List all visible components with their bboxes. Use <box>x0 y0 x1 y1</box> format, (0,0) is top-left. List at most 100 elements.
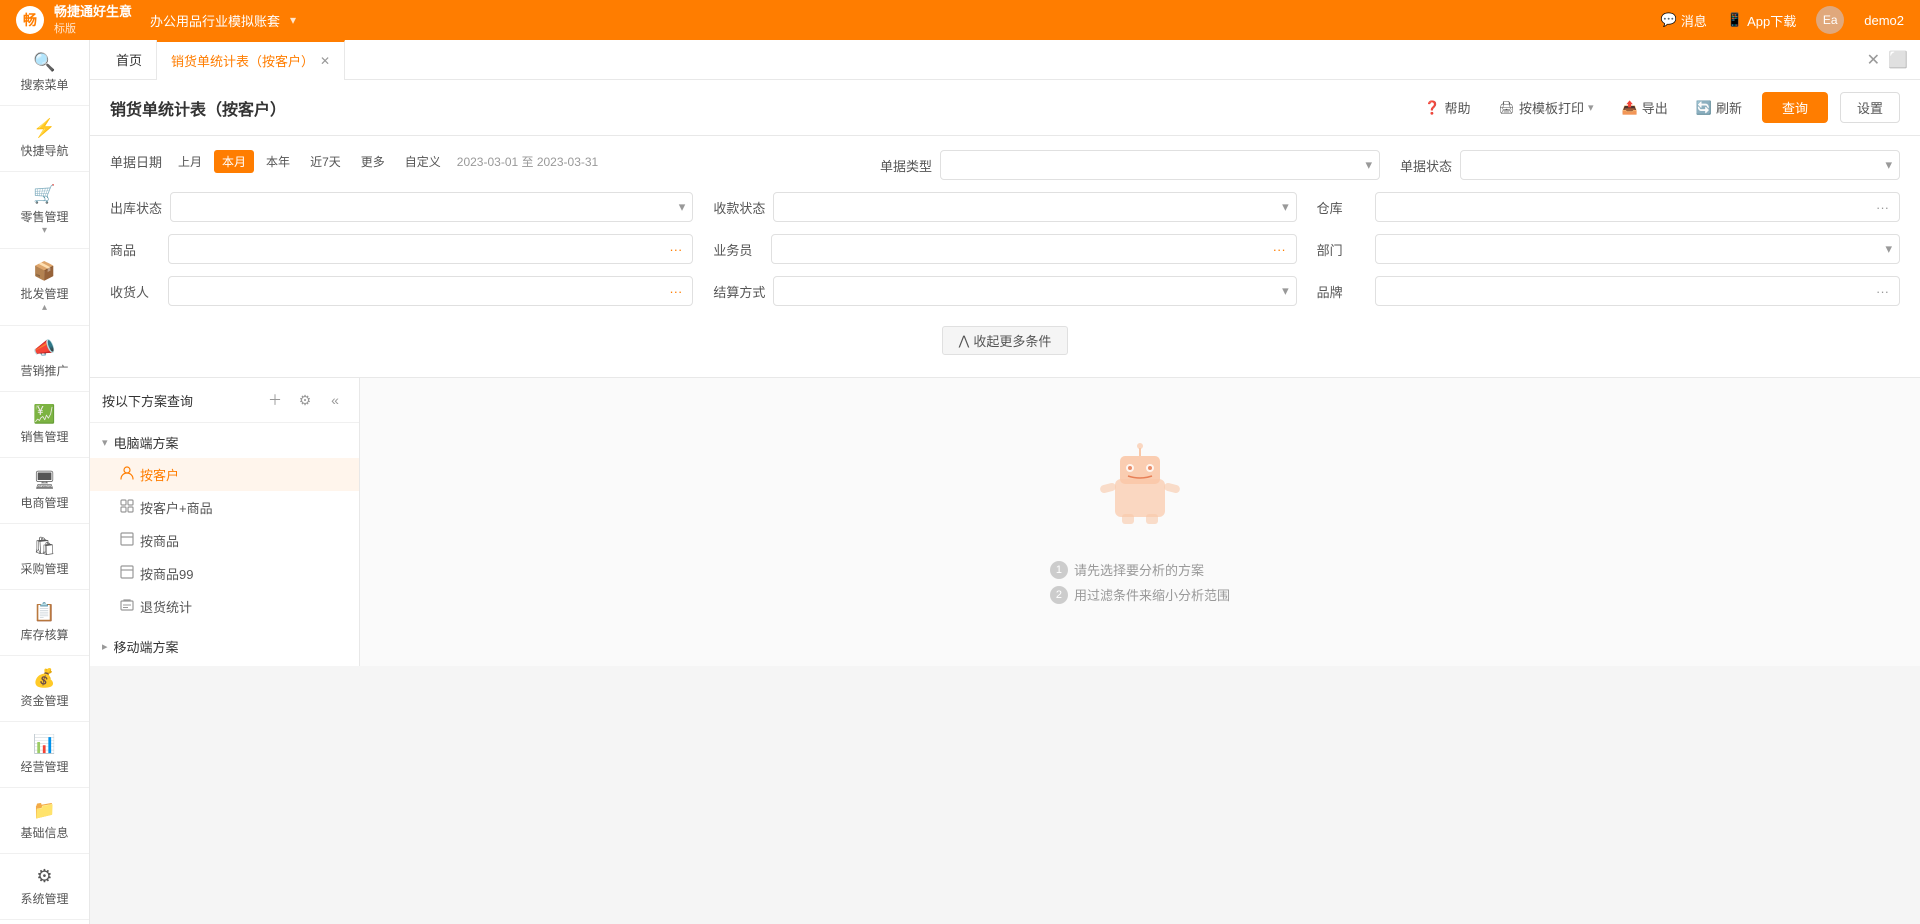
scheme-item-by-goods[interactable]: 按商品 <box>90 524 359 557</box>
date-tab-last-month[interactable]: 上月 <box>170 150 210 173</box>
warehouse-select[interactable]: ··· <box>1375 192 1900 222</box>
empty-icon <box>1090 434 1190 534</box>
sidebar-item-ecommerce[interactable]: 🖥 电商管理 <box>0 458 89 524</box>
scheme-item-by-customer[interactable]: 按客户 <box>90 458 359 491</box>
tab-sales-stat-label: 销货单统计表（按客户） <box>171 51 314 70</box>
product-dropdown-icon[interactable]: ▾ <box>290 13 296 27</box>
scheme-item-return-stat[interactable]: 退货统计 <box>90 590 359 623</box>
recv-status-select[interactable]: ▾ <box>773 192 1296 222</box>
receiver-dots: ··· <box>669 284 682 299</box>
finance-icon: 💰 <box>33 668 55 689</box>
product-selector[interactable]: 办公用品行业模拟账套 <box>150 11 280 30</box>
wholesale-arrow-icon: ▴ <box>42 302 47 313</box>
sidebar-item-corp[interactable]: 🤝 企业协同 <box>0 920 89 924</box>
receiver-select[interactable]: ··· <box>168 276 693 306</box>
tab-home[interactable]: 首页 <box>102 40 157 80</box>
out-status-select[interactable]: ▾ <box>170 192 693 222</box>
user-avatar[interactable]: Ea <box>1816 6 1844 34</box>
scheme-item-by-goods-99[interactable]: 按商品99 <box>90 557 359 590</box>
scheme-item-goods-99-icon <box>120 565 134 582</box>
salesperson-dots: ··· <box>1273 242 1286 257</box>
window-close-icon[interactable]: ✕ <box>1867 50 1880 70</box>
window-maximize-icon[interactable]: ⬜ <box>1888 50 1908 70</box>
help-btn[interactable]: ❓ 帮助 <box>1416 94 1478 121</box>
page-header: 销货单统计表（按客户） ❓ 帮助 🖨 按模板打印 ▾ 📤 <box>90 80 1920 136</box>
filter-item-warehouse: 仓库 ··· <box>1317 192 1900 222</box>
date-label: 单据日期 <box>110 152 162 171</box>
system-icon: ⚙ <box>36 866 52 887</box>
app-name: 畅捷通好生意 <box>54 4 132 20</box>
filter-row-4: 收货人 ··· 结算方式 ▾ <box>110 276 1900 306</box>
department-select[interactable]: ▾ <box>1375 234 1900 264</box>
bill-status-label: 单据状态 <box>1400 156 1452 175</box>
sidebar-item-wholesale[interactable]: 📦 批发管理 ▴ <box>0 249 89 326</box>
sidebar-item-base-label: 基础信息 <box>20 824 68 841</box>
brand-select[interactable]: ··· <box>1375 276 1900 306</box>
salesperson-select[interactable]: ··· <box>771 234 1296 264</box>
empty-tips: 1 请先选择要分析的方案 2 用过滤条件来缩小分析范围 <box>1050 554 1230 610</box>
tab-sales-stat[interactable]: 销货单统计表（按客户） ✕ <box>157 40 345 80</box>
filter-row-1: 单据日期 上月 本月 本年 近7天 更多 自定义 <box>110 150 1900 180</box>
sidebar-item-inventory[interactable]: 📋 库存核算 <box>0 590 89 656</box>
salesperson-label: 业务员 <box>713 240 763 259</box>
refresh-btn[interactable]: 🔄 刷新 <box>1688 94 1750 121</box>
scheme-group-desktop-header[interactable]: ▾ 电脑端方案 <box>90 427 359 458</box>
department-wrapper: ▾ <box>1375 234 1900 264</box>
date-tab-last-7[interactable]: 近7天 <box>302 150 349 173</box>
bill-type-select[interactable]: ▾ <box>940 150 1380 180</box>
download-label: App下载 <box>1747 11 1796 30</box>
print-btn[interactable]: 🖨 按模板打印 ▾ <box>1491 94 1602 121</box>
settings-btn[interactable]: 设置 <box>1840 92 1900 123</box>
tip-2-num: 2 <box>1050 586 1068 604</box>
date-tab-custom[interactable]: 自定义 <box>397 150 449 173</box>
scheme-group-mobile-header[interactable]: ▸ 移动端方案 <box>90 631 359 662</box>
sidebar-item-marketing[interactable]: 📣 营销推广 <box>0 326 89 392</box>
out-status-label: 出库状态 <box>110 198 162 217</box>
message-btn[interactable]: 💬 消息 <box>1661 11 1707 30</box>
scheme-item-goods-icon <box>120 532 134 549</box>
purchase-icon: 🛍 <box>33 536 56 557</box>
department-label: 部门 <box>1317 240 1367 259</box>
sidebar-item-operations[interactable]: 📊 经营管理 <box>0 722 89 788</box>
sidebar-item-retail[interactable]: 🛒 零售管理 ▾ <box>0 172 89 249</box>
ecommerce-icon: 🖥 <box>33 470 56 491</box>
scheme-add-icon[interactable]: ＋ <box>263 388 287 412</box>
top-bar: 畅 畅捷通好生意 标版 办公用品行业模拟账套 ▾ 💬 消息 📱 App下载 Ea… <box>0 0 1920 40</box>
help-label: 帮助 <box>1444 98 1470 117</box>
query-btn[interactable]: 查询 <box>1762 92 1828 123</box>
scheme-item-customer-goods[interactable]: 按客户+商品 <box>90 491 359 524</box>
goods-select[interactable]: ··· <box>168 234 693 264</box>
sidebar-item-operations-label: 经营管理 <box>20 758 68 775</box>
department-caret-icon: ▾ <box>1885 241 1892 257</box>
sidebar-item-purchase[interactable]: 🛍 采购管理 <box>0 524 89 590</box>
scheme-settings-icon[interactable]: ⚙ <box>293 388 317 412</box>
sidebar-item-system[interactable]: ⚙ 系统管理 <box>0 854 89 920</box>
sidebar-item-search[interactable]: 🔍 搜索菜单 <box>0 40 89 106</box>
date-tab-more[interactable]: 更多 <box>353 150 393 173</box>
bill-type-caret-icon: ▾ <box>1365 157 1372 173</box>
recv-status-wrapper: ▾ <box>773 192 1296 222</box>
message-label: 消息 <box>1681 11 1707 30</box>
scheme-collapse-icon[interactable]: « <box>323 388 347 412</box>
user-name[interactable]: demo2 <box>1864 13 1904 28</box>
sidebar-item-marketing-label: 营销推广 <box>20 362 68 379</box>
sidebar-item-sales[interactable]: 💹 销售管理 <box>0 392 89 458</box>
date-tab-this-year[interactable]: 本年 <box>258 150 298 173</box>
sidebar-item-quick-nav[interactable]: ⚡ 快捷导航 <box>0 106 89 172</box>
sidebar-item-base[interactable]: 📁 基础信息 <box>0 788 89 854</box>
marketing-icon: 📣 <box>33 338 55 359</box>
date-tab-this-month[interactable]: 本月 <box>214 150 254 173</box>
bill-status-select[interactable]: ▾ <box>1460 150 1900 180</box>
export-btn[interactable]: 📤 导出 <box>1614 94 1676 121</box>
scheme-group-mobile-label: 移动端方案 <box>114 637 179 656</box>
sidebar-item-purchase-label: 采购管理 <box>20 560 68 577</box>
tab-close-icon[interactable]: ✕ <box>320 54 330 68</box>
sidebar-item-finance[interactable]: 💰 资金管理 <box>0 656 89 722</box>
download-btn[interactable]: 📱 App下载 <box>1727 11 1796 30</box>
settlement-select[interactable]: ▾ <box>773 276 1296 306</box>
settlement-caret-icon: ▾ <box>1282 283 1289 299</box>
brand-dots: ··· <box>1876 284 1889 299</box>
tab-bar: 首页 销货单统计表（按客户） ✕ ✕ ⬜ <box>90 40 1920 80</box>
collapse-btn[interactable]: ⋀ 收起更多条件 <box>942 326 1069 355</box>
filter-item-bill-status: 单据状态 ▾ <box>1400 150 1900 180</box>
